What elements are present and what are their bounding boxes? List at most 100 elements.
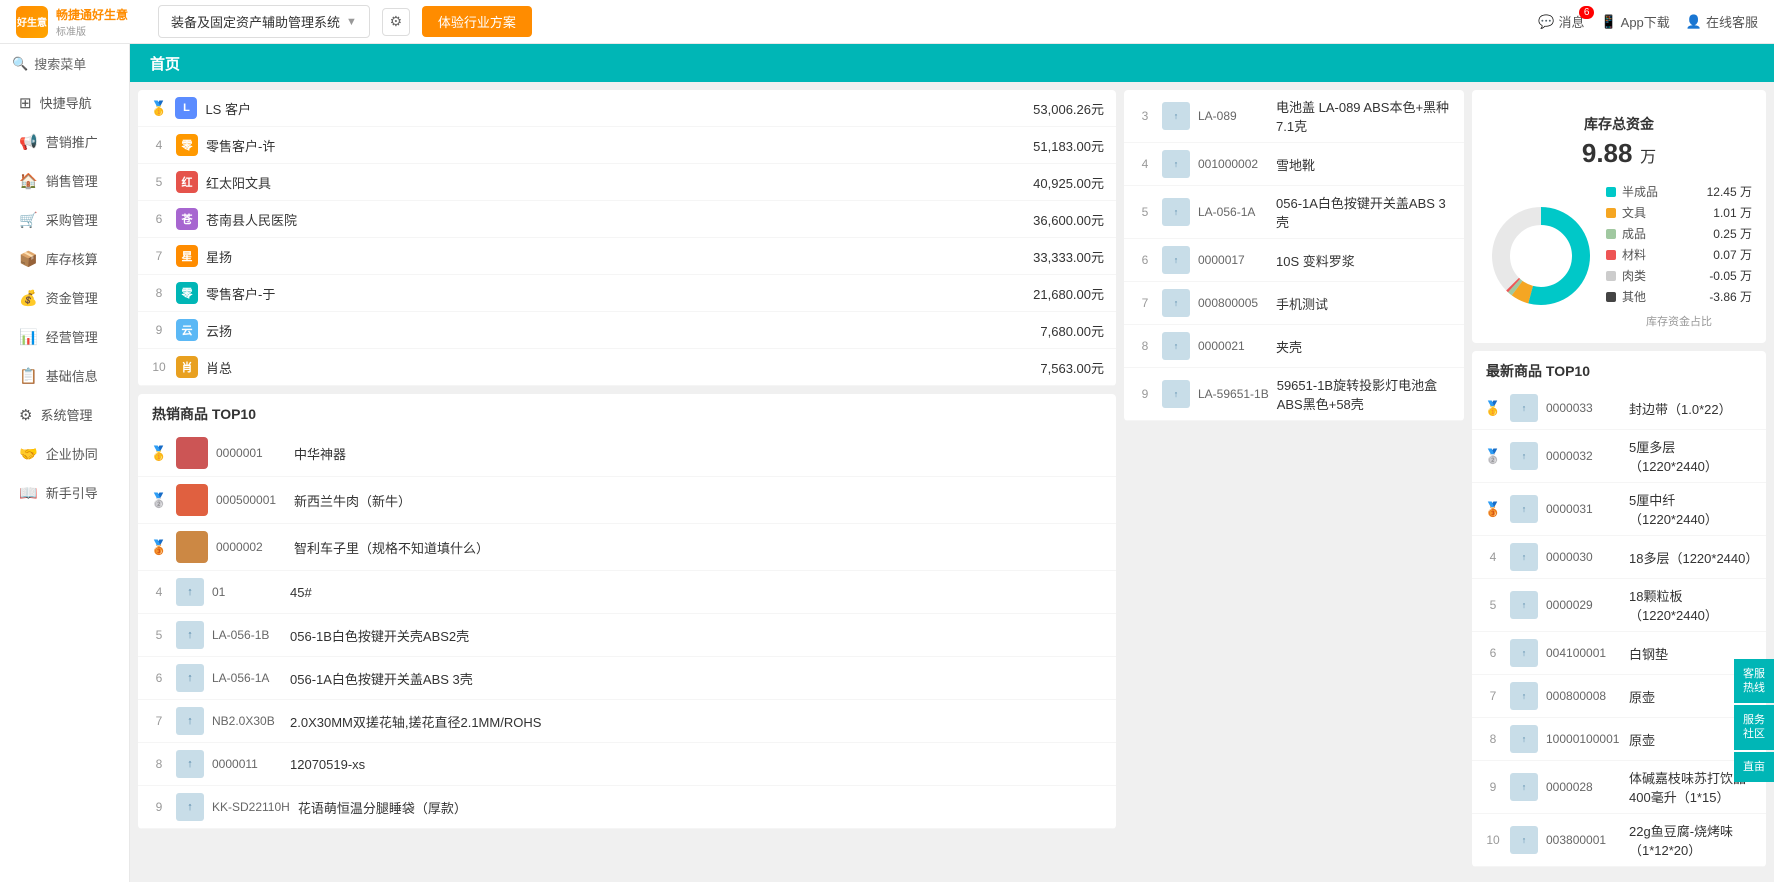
thumbnail-placeholder-icon: ↑ <box>187 672 193 684</box>
product-name: 056-1A白色按键开关盖ABS 3壳 <box>290 669 1104 688</box>
product-name: 18颗粒板（1220*2440） <box>1629 586 1754 624</box>
legend-color-dot <box>1606 229 1616 239</box>
sidebar-item-collab[interactable]: 🤝 企业协同 <box>0 434 129 473</box>
medal-icon: 🥈 <box>1484 448 1502 465</box>
top-customers-panel: 🥇 L LS 客户 53,006.26元 4 零 零售客户-许 51,183.0… <box>138 90 1116 386</box>
legend-name: 材料 <box>1622 246 1696 263</box>
customer-badge: 红 <box>176 171 198 193</box>
item-thumbnail: ↑ <box>1162 332 1190 360</box>
sidebar-item-finance[interactable]: 💰 资金管理 <box>0 278 129 317</box>
customer-service-button[interactable]: 客服热线 <box>1734 659 1774 704</box>
product-name: 中华神器 <box>294 444 1104 463</box>
settings-button[interactable]: ⚙ <box>382 8 410 36</box>
top-customer-row: 10 肖 肖总 7,563.00元 <box>138 349 1116 386</box>
inventory-panel: 库存总资金 9.88 万 <box>1472 90 1766 343</box>
product-thumbnail: ↑ <box>176 750 204 778</box>
sidebar-item-system[interactable]: ⚙ 系统管理 <box>0 395 129 434</box>
item-code: LA-056-1A <box>1198 205 1268 219</box>
online-service-button[interactable]: 👤 在线客服 <box>1686 12 1758 31</box>
product-thumbnail: ↑ <box>1510 442 1538 470</box>
product-name: 12070519-xs <box>290 757 1104 772</box>
quick-nav-icon: ⊞ <box>19 94 32 112</box>
rank-number: 8 <box>1136 339 1154 353</box>
top-customer-row: 🥇 L LS 客户 53,006.26元 <box>138 90 1116 127</box>
product-code: 0000032 <box>1546 449 1621 463</box>
legend-color-dot <box>1606 292 1616 302</box>
rank-number: 8 <box>150 286 168 300</box>
sidebar-item-marketing[interactable]: 📢 营销推广 <box>0 122 129 161</box>
legend-value: 1.01 万 <box>1702 204 1752 221</box>
product-thumbnail: ↑ <box>1510 773 1538 801</box>
marketing-icon: 📢 <box>19 133 38 151</box>
sidebar-item-quick-nav[interactable]: ⊞ 快捷导航 <box>0 83 129 122</box>
top-customer-row: 6 苍 苍南县人民医院 36,600.00元 <box>138 201 1116 238</box>
rank-number: 8 <box>1484 732 1502 746</box>
rank-number: 4 <box>150 138 168 152</box>
medal-icon: 🥉 <box>1484 501 1502 518</box>
item-thumbnail: ↑ <box>1162 246 1190 274</box>
sidebar-item-guide[interactable]: 📖 新手引导 <box>0 473 129 512</box>
rank-number: 4 <box>1136 157 1154 171</box>
top-item-row: 7 ↑ 000800005 手机测试 <box>1124 282 1464 325</box>
medal-icon: 🥇 <box>1484 400 1502 417</box>
item-code: 000800005 <box>1198 296 1268 310</box>
thumbnail-icon: ↑ <box>1174 111 1179 121</box>
legend-color-dot <box>1606 208 1616 218</box>
rank-number: 7 <box>1484 689 1502 703</box>
rank-number: 5 <box>1484 598 1502 612</box>
product-code: 0000033 <box>1546 401 1621 415</box>
item-code: 001000002 <box>1198 157 1268 171</box>
newest-products-title: 最新商品 TOP10 <box>1472 351 1766 387</box>
content-area: 首页 🥇 L LS 客户 53,006.26元 4 零 零售客户-许 51,18… <box>130 44 1774 882</box>
system-select[interactable]: 装备及固定资产辅助管理系统 ▼ <box>158 5 370 38</box>
sidebar-item-purchase[interactable]: 🛒 采购管理 <box>0 200 129 239</box>
rank-number: 9 <box>1484 780 1502 794</box>
finance-icon: 💰 <box>19 289 38 307</box>
legend-color-dot <box>1606 250 1616 260</box>
sidebar-item-basic-info[interactable]: 📋 基础信息 <box>0 356 129 395</box>
item-thumbnail: ↑ <box>1162 289 1190 317</box>
trial-button[interactable]: 体验行业方案 <box>422 6 532 37</box>
service-community-button[interactable]: 服务社区 <box>1734 705 1774 750</box>
direct-button[interactable]: 直亩 <box>1734 752 1774 782</box>
product-code: 0000031 <box>1546 502 1621 516</box>
right-column: 库存总资金 9.88 万 <box>1464 82 1774 882</box>
item-name: 夹壳 <box>1276 337 1452 356</box>
top-customer-row: 4 零 零售客户-许 51,183.00元 <box>138 127 1116 164</box>
rank-number: 5 <box>150 628 168 642</box>
customer-amount: 36,600.00元 <box>1033 210 1104 229</box>
inventory-total: 库存总资金 9.88 万 <box>1486 104 1752 183</box>
legend-name: 肉类 <box>1622 267 1696 284</box>
newest-product-row: 8 ↑ 10000100001 原壶 <box>1472 718 1766 761</box>
legend-value: 0.25 万 <box>1702 225 1752 242</box>
thumbnail-placeholder-icon: ↑ <box>187 629 193 641</box>
hot-products-table: 🥇 0000001 中华神器 🥈 000500001 新西兰牛肉（新牛） 🥉 0… <box>138 430 1116 829</box>
rank-number: 10 <box>150 360 168 374</box>
thumbnail-placeholder-icon: ↑ <box>187 801 193 813</box>
thumbnail-placeholder-icon: ↑ <box>187 758 193 770</box>
customer-name: 肖总 <box>206 358 1032 377</box>
sidebar-item-sales[interactable]: 🏠 销售管理 <box>0 161 129 200</box>
search-menu-button[interactable]: 🔍 搜索菜单 <box>0 44 129 83</box>
page-header: 首页 <box>130 44 1774 82</box>
sidebar-item-operations[interactable]: 📊 经营管理 <box>0 317 129 356</box>
customer-amount: 7,680.00元 <box>1040 321 1104 340</box>
product-name: 5厘多层（1220*2440） <box>1629 437 1754 475</box>
product-thumbnail: ↑ <box>176 621 204 649</box>
legend-value: 0.07 万 <box>1702 246 1752 263</box>
product-thumbnail: ↑ <box>1510 591 1538 619</box>
item-name: 10S 变料罗浆 <box>1276 251 1452 270</box>
product-thumbnail: ↑ <box>176 578 204 606</box>
item-name: 电池盖 LA-089 ABS本色+黑种 7.1克 <box>1276 97 1452 135</box>
product-name: 18多层（1220*2440） <box>1629 548 1754 567</box>
rank-number: 7 <box>150 249 168 263</box>
system-icon: ⚙ <box>19 406 32 424</box>
app-download-button[interactable]: 📱 App下载 <box>1600 12 1669 31</box>
rank-number: 9 <box>150 800 168 814</box>
product-thumbnail: ↑ <box>176 664 204 692</box>
product-code: 0000002 <box>216 540 286 554</box>
sidebar-item-inventory[interactable]: 📦 库存核算 <box>0 239 129 278</box>
product-thumbnail: ↑ <box>1510 725 1538 753</box>
notification-button[interactable]: 💬 消息 6 <box>1538 12 1584 31</box>
customer-name: 星扬 <box>206 247 1025 266</box>
